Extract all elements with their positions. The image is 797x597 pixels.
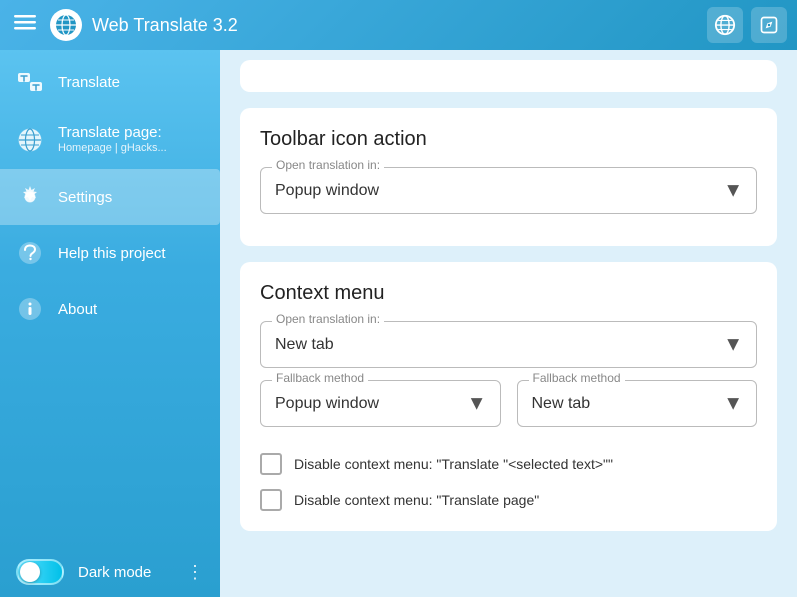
main-content: Toolbar icon action Open translation in:… xyxy=(220,50,797,597)
darkmode-row: Dark mode ⋮ xyxy=(0,547,220,597)
sidebar: Translate Translate page: Homepage | gHa… xyxy=(0,50,220,597)
darkmode-label: Dark mode xyxy=(78,564,151,581)
settings-icon xyxy=(16,183,44,211)
toolbar-section-title: Toolbar icon action xyxy=(260,128,757,151)
context-dropdown-wrapper: New tab Popup window Side panel ▼ xyxy=(260,321,757,368)
toolbar-section: Toolbar icon action Open translation in:… xyxy=(240,108,777,246)
checkbox2-label: Disable context menu: "Translate page" xyxy=(294,492,539,508)
checkbox1-label: Disable context menu: "Translate "<selec… xyxy=(294,456,613,472)
toolbar-open-translation-select[interactable]: Popup window New tab Side panel xyxy=(260,167,757,214)
darkmode-toggle[interactable] xyxy=(16,559,64,585)
fallback2-select[interactable]: New tab Popup window Side panel xyxy=(517,380,758,427)
checkbox1-row: Disable context menu: "Translate "<selec… xyxy=(260,453,757,475)
header-actions xyxy=(707,7,787,43)
sidebar-item-about[interactable]: About xyxy=(0,281,220,337)
fallback2-label: Fallback method xyxy=(529,371,625,385)
help-label: Help this project xyxy=(58,245,166,262)
content-area: Toolbar icon action Open translation in:… xyxy=(220,50,797,551)
app-logo xyxy=(50,9,82,41)
fallback1-wrapper: Popup window New tab Side panel ▼ xyxy=(260,380,501,427)
help-icon xyxy=(16,239,44,267)
body: Translate Translate page: Homepage | gHa… xyxy=(0,50,797,597)
globe-button[interactable] xyxy=(707,7,743,43)
translate-page-sub: Homepage | gHacks... xyxy=(58,141,167,155)
fallback-dropdowns: Fallback method Popup window New tab Sid… xyxy=(260,380,757,439)
fallback1-field: Fallback method Popup window New tab Sid… xyxy=(260,380,501,427)
context-open-label: Open translation in: xyxy=(272,312,384,326)
toggle-knob xyxy=(20,562,40,582)
edit-button[interactable] xyxy=(751,7,787,43)
sidebar-translate-label: Translate xyxy=(58,74,120,91)
fallback2-field: Fallback method New tab Popup window Sid… xyxy=(517,380,758,427)
sidebar-item-translate-page[interactable]: Translate page: Homepage | gHacks... xyxy=(0,110,220,169)
checkbox2[interactable] xyxy=(260,489,282,511)
fallback1-label: Fallback method xyxy=(272,371,368,385)
translate-icon xyxy=(16,68,44,96)
context-menu-section: Context menu Open translation in: New ta… xyxy=(240,262,777,531)
menu-icon[interactable] xyxy=(10,11,40,39)
settings-label: Settings xyxy=(58,189,112,206)
app-title: Web Translate 3.2 xyxy=(92,15,697,36)
fallback1-select[interactable]: Popup window New tab Side panel xyxy=(260,380,501,427)
toolbar-open-translation-field: Open translation in: Popup window New ta… xyxy=(260,167,757,214)
context-open-translation-select[interactable]: New tab Popup window Side panel xyxy=(260,321,757,368)
fallback2-wrapper: New tab Popup window Side panel ▼ xyxy=(517,380,758,427)
sidebar-item-settings[interactable]: Settings xyxy=(0,169,220,225)
sidebar-item-help[interactable]: Help this project xyxy=(0,225,220,281)
sidebar-item-translate[interactable]: Translate xyxy=(0,54,220,110)
checkbox2-row: Disable context menu: "Translate page" xyxy=(260,489,757,511)
translate-page-label: Translate page: xyxy=(58,124,167,141)
header: Web Translate 3.2 xyxy=(0,0,797,50)
more-options-icon[interactable]: ⋮ xyxy=(186,562,204,583)
context-section-title: Context menu xyxy=(260,282,757,305)
toolbar-open-label: Open translation in: xyxy=(272,158,384,172)
checkbox1[interactable] xyxy=(260,453,282,475)
toolbar-dropdown-wrapper: Popup window New tab Side panel ▼ xyxy=(260,167,757,214)
partial-top-card xyxy=(240,60,777,92)
context-open-translation-field: Open translation in: New tab Popup windo… xyxy=(260,321,757,368)
about-icon xyxy=(16,295,44,323)
about-label: About xyxy=(58,301,97,318)
translate-page-text: Translate page: Homepage | gHacks... xyxy=(58,124,167,155)
globe-sidebar-icon xyxy=(16,126,44,154)
